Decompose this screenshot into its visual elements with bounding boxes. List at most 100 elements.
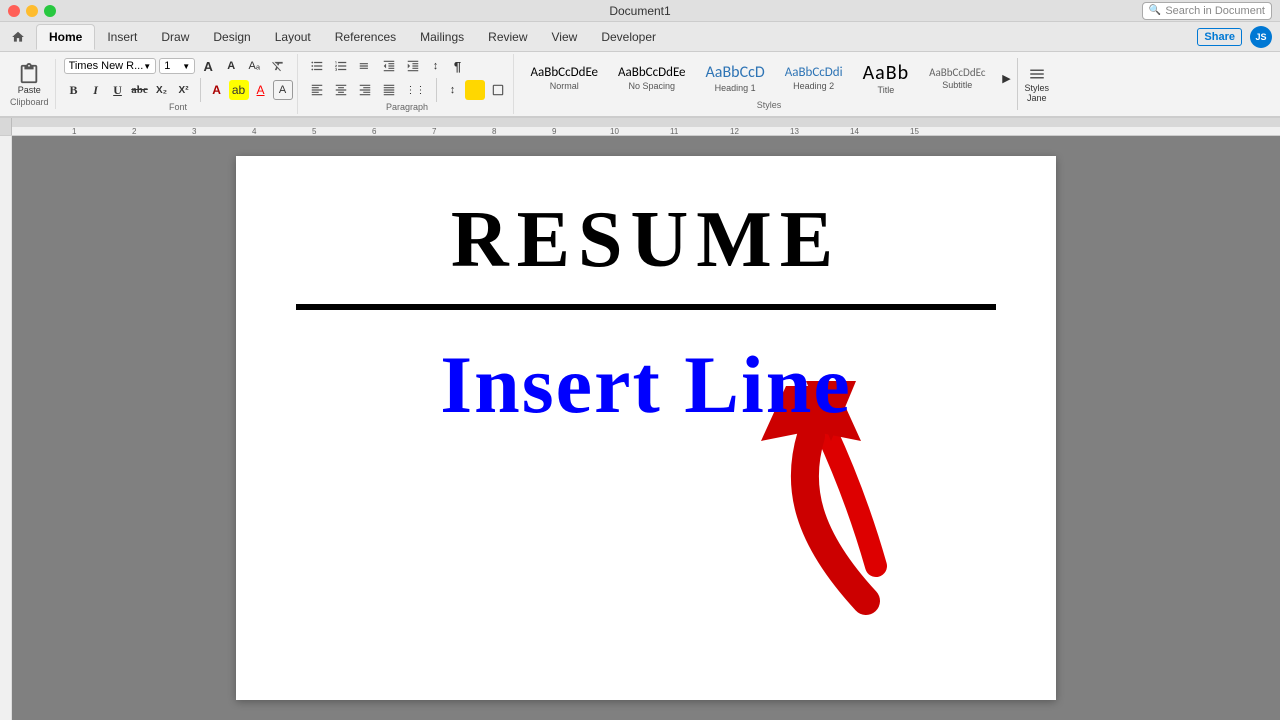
numbering-button[interactable] [330, 56, 352, 76]
align-center-button[interactable] [330, 80, 352, 100]
paragraph-group-label: Paragraph [306, 102, 509, 112]
user-avatar[interactable]: JS [1250, 26, 1272, 48]
tab-home[interactable]: Home [36, 24, 95, 50]
styles-pane-label2: Jane [1027, 93, 1047, 103]
svg-text:2: 2 [132, 127, 137, 136]
window-title: Document1 [609, 4, 670, 18]
styles-pane-button[interactable]: Styles Jane [1017, 58, 1055, 110]
line-spacing-button[interactable]: ↕ [443, 80, 463, 100]
size-dropdown-icon: ▼ [182, 62, 190, 71]
maximize-button[interactable] [44, 5, 56, 17]
document-page: RESUME [236, 156, 1056, 700]
increase-indent-button[interactable] [402, 56, 424, 76]
style-subtitle[interactable]: AaBbCcDdEc Subtitle [920, 63, 994, 92]
font-size-selector[interactable]: 1 ▼ [159, 58, 195, 74]
tab-insert[interactable]: Insert [95, 25, 149, 49]
paste-label: Paste [18, 85, 41, 95]
search-box[interactable]: 🔍 Search in Document [1142, 2, 1272, 20]
ruler-scale: 1 2 3 4 5 6 7 8 9 10 11 12 13 14 15 [12, 118, 1280, 135]
bold-button[interactable]: B [64, 80, 84, 100]
clear-formatting-button[interactable] [267, 56, 289, 76]
style-heading2[interactable]: AaBbCcDdi Heading 2 [776, 62, 852, 94]
style-title-label: Title [878, 85, 895, 95]
home-icon[interactable] [4, 23, 32, 51]
ruler-left-margin [0, 118, 12, 135]
text-color-button[interactable]: A [251, 80, 271, 100]
font-color-button[interactable]: A [207, 80, 227, 100]
style-h1-preview: AaBbCcD [706, 63, 765, 82]
multilevel-list-button[interactable] [354, 56, 376, 76]
more-styles-button[interactable]: ▶ [996, 68, 1016, 88]
tab-developer[interactable]: Developer [589, 25, 668, 49]
svg-text:6: 6 [372, 127, 377, 136]
style-h2-preview: AaBbCcDdi [785, 65, 843, 81]
tab-references[interactable]: References [323, 25, 408, 49]
style-normal-preview: AaBbCcDdEe [531, 65, 599, 81]
underline-button[interactable]: U [108, 80, 128, 100]
horizontal-line [296, 304, 996, 310]
style-subtitle-label: Subtitle [942, 80, 972, 90]
char-border-button[interactable]: A [273, 80, 293, 100]
search-placeholder: Search in Document [1165, 5, 1265, 17]
svg-text:14: 14 [850, 127, 859, 136]
style-no-spacing[interactable]: AaBbCcDdEe No Spacing [609, 62, 695, 94]
show-hide-button[interactable]: ¶ [448, 56, 468, 76]
grow-font-button[interactable]: A [198, 56, 218, 76]
search-icon: 🔍 [1149, 5, 1161, 16]
change-case-button[interactable]: Aₐ [244, 56, 264, 76]
svg-text:3: 3 [192, 127, 197, 136]
paste-button[interactable]: Paste [14, 61, 45, 97]
bullets-button[interactable] [306, 56, 328, 76]
svg-text:10: 10 [610, 127, 619, 136]
clipboard-group-label: Clipboard [10, 97, 49, 107]
columns-button[interactable]: ⋮⋮ [402, 80, 430, 100]
minimize-button[interactable] [26, 5, 38, 17]
svg-text:4: 4 [252, 127, 257, 136]
tab-layout[interactable]: Layout [263, 25, 323, 49]
style-heading1[interactable]: AaBbCcD Heading 1 [697, 60, 774, 95]
style-h1-label: Heading 1 [715, 83, 756, 93]
tab-draw[interactable]: Draw [149, 25, 201, 49]
style-nospace-label: No Spacing [629, 81, 676, 91]
align-right-button[interactable] [354, 80, 376, 100]
tab-design[interactable]: Design [201, 25, 262, 49]
svg-text:5: 5 [312, 127, 317, 136]
styles-group-label: Styles [522, 98, 1017, 110]
superscript-button[interactable]: X² [174, 80, 194, 100]
svg-text:1: 1 [72, 127, 77, 136]
style-normal-label: Normal [550, 81, 579, 91]
tab-view[interactable]: View [540, 25, 590, 49]
tab-mailings[interactable]: Mailings [408, 25, 476, 49]
decrease-indent-button[interactable] [378, 56, 400, 76]
shrink-font-button[interactable]: A [221, 56, 241, 76]
tab-review[interactable]: Review [476, 25, 539, 49]
align-left-button[interactable] [306, 80, 328, 100]
borders-button[interactable] [487, 80, 509, 100]
svg-text:13: 13 [790, 127, 799, 136]
style-normal[interactable]: AaBbCcDdEe Normal [522, 62, 608, 94]
justify-button[interactable] [378, 80, 400, 100]
svg-text:15: 15 [910, 127, 919, 136]
window-controls [8, 5, 56, 17]
svg-text:11: 11 [670, 127, 679, 136]
insert-line-text: Insert Line [296, 340, 996, 430]
font-group-label: Font [64, 102, 293, 112]
style-title[interactable]: AaBb Title [854, 58, 919, 98]
style-nospace-preview: AaBbCcDdEe [618, 65, 686, 81]
shading-button[interactable] [465, 80, 485, 100]
style-h2-label: Heading 2 [793, 81, 834, 91]
style-subtitle-preview: AaBbCcDdEc [929, 66, 985, 79]
subscript-button[interactable]: X₂ [152, 80, 172, 100]
close-button[interactable] [8, 5, 20, 17]
share-button[interactable]: Share [1197, 28, 1242, 46]
svg-text:12: 12 [730, 127, 739, 136]
font-dropdown-icon: ▼ [143, 62, 151, 71]
highlight-button[interactable]: ab [229, 80, 249, 100]
style-title-preview: AaBb [863, 61, 910, 85]
sort-button[interactable]: ↕ [426, 56, 446, 76]
italic-button[interactable]: I [86, 80, 106, 100]
font-name-selector[interactable]: Times New R... ▼ [64, 58, 157, 74]
strikethrough-button[interactable]: abc [130, 80, 150, 100]
styles-pane-label1: Styles [1024, 83, 1049, 93]
left-margin [0, 136, 12, 720]
